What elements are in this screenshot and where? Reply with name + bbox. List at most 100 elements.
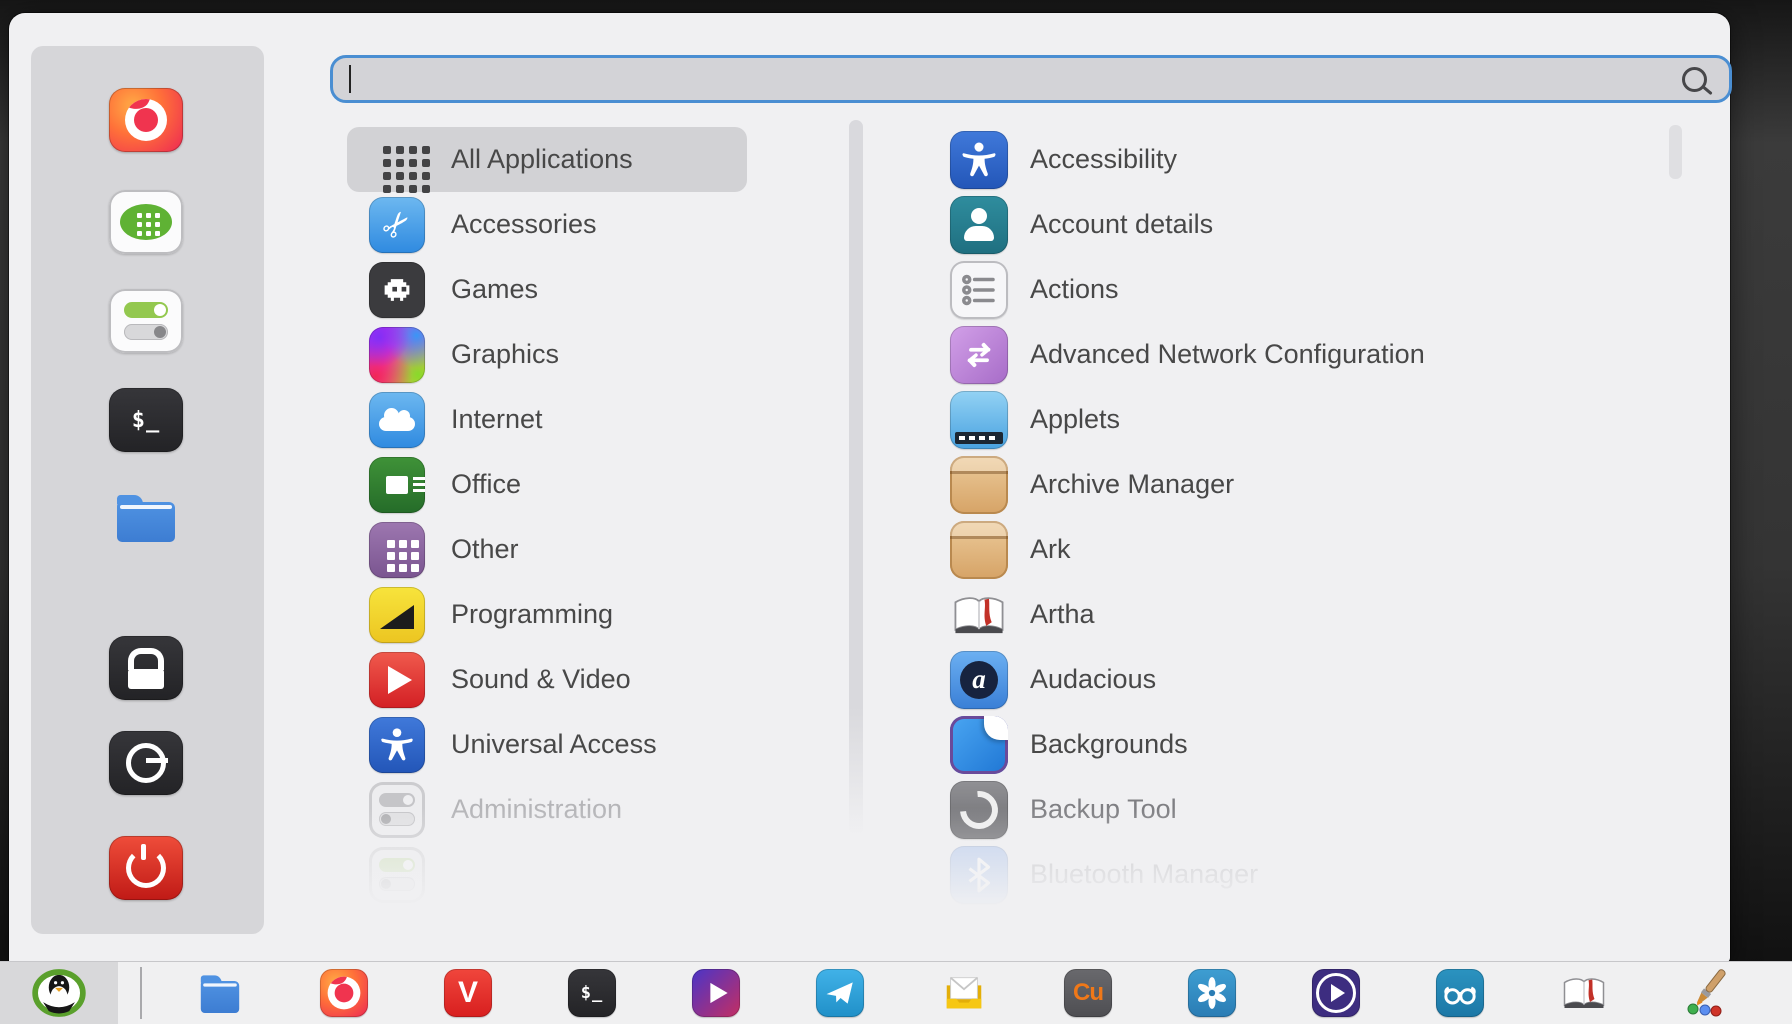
logout-icon <box>109 731 183 795</box>
taskbar-music-manager-button[interactable] <box>1436 969 1484 1017</box>
category-sound-video[interactable]: Sound & Video <box>347 647 747 712</box>
category-office[interactable]: Office <box>347 452 747 517</box>
category-scrollbar[interactable] <box>849 120 863 836</box>
dictionary-book-icon <box>1563 978 1605 1008</box>
backup-circular-arrow-icon <box>950 780 1008 839</box>
app-bluetooth-manager[interactable]: Bluetooth Manager <box>930 842 1710 907</box>
sidebar-terminal-button[interactable]: $_ <box>108 387 184 453</box>
taskbar-menu-button[interactable] <box>0 962 118 1024</box>
cloud-icon <box>369 391 425 448</box>
category-internet[interactable]: Internet <box>347 387 747 452</box>
all-applications-grid-icon <box>369 132 425 188</box>
app-accessibility[interactable]: Accessibility <box>930 127 1710 192</box>
bluetooth-icon <box>950 845 1008 904</box>
application-scrollbar[interactable] <box>1669 125 1682 179</box>
user-bust-icon <box>950 195 1008 254</box>
panel-applet-icon <box>950 390 1008 449</box>
terminal-icon: $_ <box>109 388 183 452</box>
media-player-play-icon <box>710 982 728 1004</box>
taskbar-launchers: V $_ Cu <box>196 969 1732 1017</box>
taskbar-mpv-button[interactable] <box>1312 969 1360 1017</box>
software-manager-icon <box>109 190 183 254</box>
sidebar-logout-button[interactable] <box>108 730 184 796</box>
firefox-icon <box>327 976 361 1010</box>
app-artha[interactable]: Artha <box>930 582 1710 647</box>
taskbar-photos-button[interactable] <box>1188 969 1236 1017</box>
lock-screen-icon <box>109 636 183 700</box>
archive-box-icon <box>950 455 1008 514</box>
audacious-a-icon: a <box>950 650 1008 709</box>
rainbow-gradient-icon <box>369 326 425 383</box>
magnifier-icon <box>1682 66 1707 92</box>
category-list: All Applications ✂ Accessories Games Gra… <box>347 127 747 907</box>
app-backup-tool[interactable]: Backup Tool <box>930 777 1710 842</box>
vivaldi-icon: V <box>457 976 478 1009</box>
sidebar-firefox-button[interactable] <box>108 87 184 153</box>
app-account-details[interactable]: Account details <box>930 192 1710 257</box>
telegram-icon <box>826 982 853 1004</box>
accessibility-icon <box>950 130 1008 189</box>
category-cut-off[interactable] <box>347 842 747 907</box>
category-graphics[interactable]: Graphics <box>347 322 747 387</box>
taskbar-media-player-button[interactable] <box>692 969 740 1017</box>
app-actions[interactable]: Actions <box>930 257 1710 322</box>
sidebar-system-settings-button[interactable] <box>108 288 184 354</box>
app-ark[interactable]: Ark <box>930 517 1710 582</box>
sidebar-shutdown-button[interactable] <box>108 835 184 901</box>
cu-app-icon: Cu <box>1073 979 1104 1006</box>
scissors-icon: ✂ <box>369 196 425 253</box>
mint-menu-panel: $_ All Applications ✂ Accessories Games … <box>9 13 1732 962</box>
mail-tray-icon <box>946 976 982 1009</box>
paint-brush-icon <box>1687 969 1726 1017</box>
taskbar-terminal-button[interactable]: $_ <box>568 969 616 1017</box>
space-invader-icon <box>369 261 425 318</box>
search-input[interactable] <box>330 55 1732 103</box>
sidebar-software-manager-button[interactable] <box>108 189 184 255</box>
network-arrows-icon <box>950 325 1008 384</box>
photos-pinwheel-icon <box>1198 977 1226 1009</box>
system-settings-toggles-icon <box>109 289 183 353</box>
category-programming[interactable]: Programming <box>347 582 747 647</box>
terminal-icon: $_ <box>580 983 604 1003</box>
toggles-icon <box>369 781 425 838</box>
taskbar-mail-button[interactable] <box>940 969 988 1017</box>
document-icon <box>369 456 425 513</box>
shutdown-power-icon <box>109 836 183 900</box>
taskbar-telegram-button[interactable] <box>816 969 864 1017</box>
app-advanced-network-configuration[interactable]: Advanced Network Configuration <box>930 322 1710 387</box>
goggles-glasses-icon <box>1444 986 1476 1005</box>
app-audacious[interactable]: a Audacious <box>930 647 1710 712</box>
category-other[interactable]: Other <box>347 517 747 582</box>
app-backgrounds[interactable]: Backgrounds <box>930 712 1710 777</box>
sidebar-files-button[interactable] <box>108 485 184 551</box>
text-cursor <box>349 65 351 93</box>
task-list-icon <box>950 260 1008 319</box>
taskbar-cu-app-button[interactable]: Cu <box>1064 969 1112 1017</box>
toggles-green-icon <box>369 846 425 903</box>
taskbar-files-button[interactable] <box>196 969 244 1017</box>
grid-icon <box>369 521 425 578</box>
sidebar-lock-screen-button[interactable] <box>108 635 184 701</box>
app-applets[interactable]: Applets <box>930 387 1710 452</box>
taskbar-firefox-button[interactable] <box>320 969 368 1017</box>
ramp-icon <box>369 586 425 643</box>
category-universal-access[interactable]: Universal Access <box>347 712 747 777</box>
app-archive-manager[interactable]: Archive Manager <box>930 452 1710 517</box>
category-games[interactable]: Games <box>347 257 747 322</box>
files-folder-icon <box>200 975 240 1013</box>
taskbar-separator <box>140 967 142 1019</box>
category-all-applications[interactable]: All Applications <box>347 127 747 192</box>
taskbar-vivaldi-button[interactable]: V <box>444 969 492 1017</box>
play-icon <box>369 651 425 708</box>
taskbar-paint-button[interactable] <box>1684 969 1732 1017</box>
taskbar: V $_ Cu <box>0 961 1792 1024</box>
taskbar-dictionary-button[interactable] <box>1560 969 1608 1017</box>
menu-sidebar: $_ <box>31 46 264 934</box>
category-administration[interactable]: Administration <box>347 777 747 842</box>
mint-menu-tux-icon <box>32 969 86 1017</box>
files-folder-icon <box>109 486 183 550</box>
firefox-icon <box>109 88 183 152</box>
category-accessories[interactable]: ✂ Accessories <box>347 192 747 257</box>
open-book-icon <box>950 586 1008 644</box>
wallpaper-icon <box>950 715 1008 774</box>
